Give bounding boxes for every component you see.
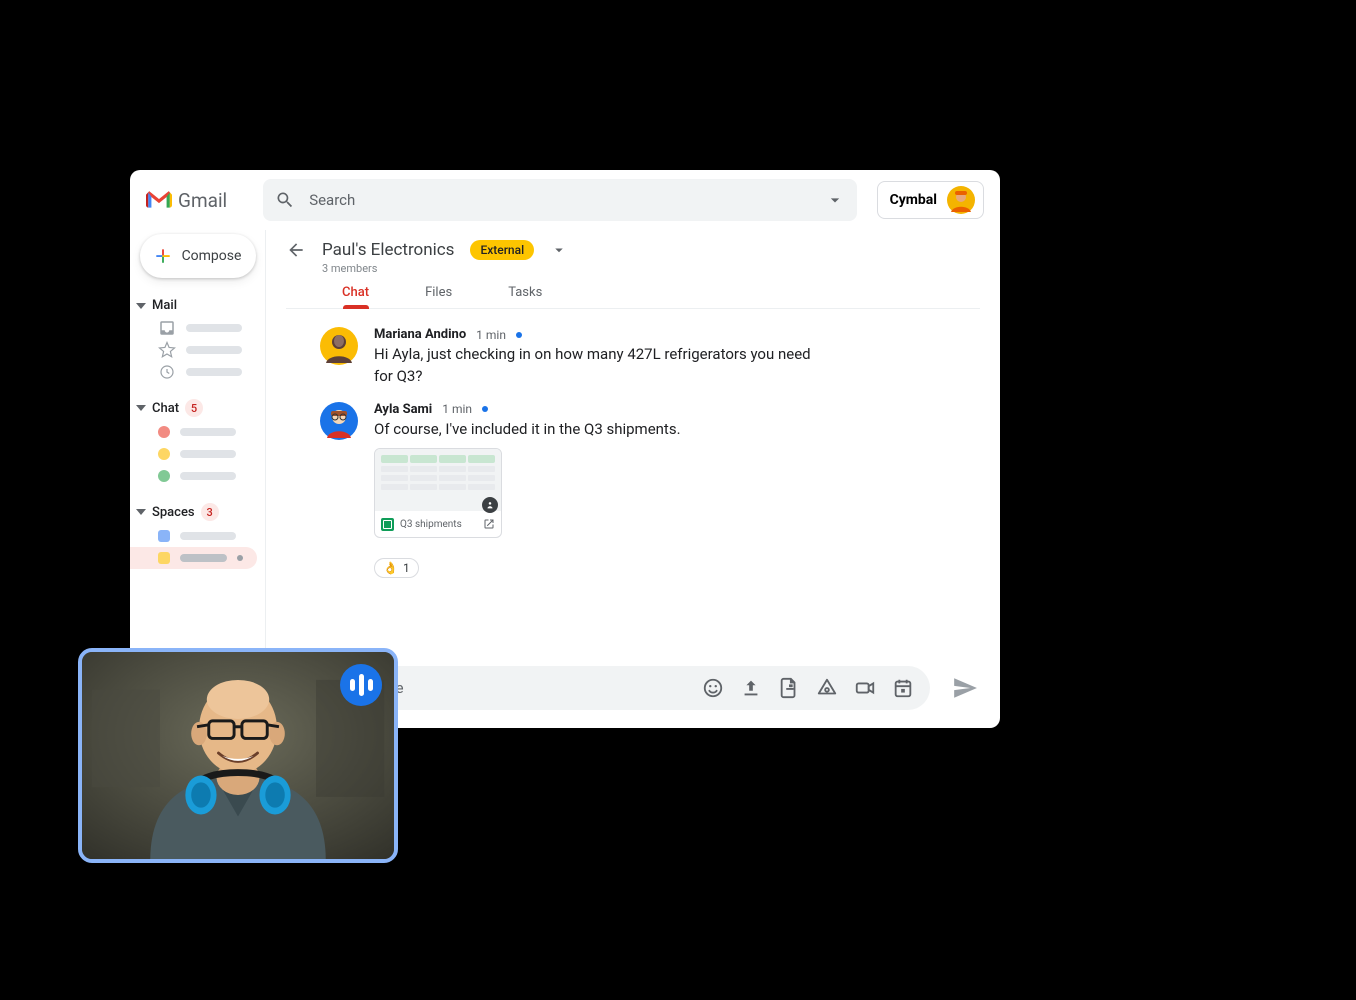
search-dropdown-icon[interactable]	[825, 190, 845, 210]
back-icon[interactable]	[286, 240, 306, 260]
conversation-header: Paul's Electronics External 3 members Ch…	[266, 230, 1000, 309]
status-dot-red	[158, 426, 170, 438]
brand-name: Gmail	[178, 189, 227, 212]
chevron-down-icon[interactable]	[550, 241, 568, 259]
sheets-icon	[381, 518, 394, 531]
sender-name: Mariana Andino	[374, 327, 466, 342]
status-dot-yellow	[158, 448, 170, 460]
space-item-selected[interactable]	[130, 547, 257, 569]
tab-chat[interactable]: Chat	[342, 285, 369, 308]
chat-badge: 5	[185, 399, 203, 417]
avatar[interactable]	[947, 186, 975, 214]
tab-tasks[interactable]: Tasks	[508, 285, 542, 308]
timestamp: 1 min	[476, 328, 506, 342]
mail-item-inbox[interactable]	[130, 317, 265, 339]
sidebar-section-mail: Mail	[130, 288, 265, 389]
sidebar-section-chat: Chat 5	[130, 389, 265, 493]
search-bar[interactable]: Search	[263, 179, 856, 221]
reaction-pill[interactable]: 👌 1	[374, 558, 419, 578]
avatar-ayla[interactable]	[320, 402, 358, 440]
video-call-thumbnail[interactable]	[78, 648, 398, 863]
inbox-icon	[158, 319, 176, 337]
open-external-icon[interactable]	[483, 518, 495, 530]
mail-label: Mail	[152, 298, 177, 313]
audio-active-icon	[340, 664, 382, 706]
attachment-card[interactable]: Q3 shipments	[374, 448, 502, 538]
send-icon[interactable]	[952, 675, 978, 701]
tab-files[interactable]: Files	[425, 285, 452, 308]
sidebar-head-spaces[interactable]: Spaces 3	[130, 499, 265, 525]
message-item: Ayla Sami 1 min Of course, I've included…	[320, 402, 974, 539]
compose-label: Compose	[182, 248, 242, 264]
drive-icon[interactable]	[816, 677, 838, 699]
unread-dot	[237, 555, 243, 561]
emoji-icon[interactable]	[702, 677, 724, 699]
message-item: Mariana Andino 1 min Hi Ayla, just check…	[320, 327, 974, 388]
external-badge: External	[470, 240, 534, 260]
sender-name: Ayla Sami	[374, 402, 432, 417]
sidebar-head-mail[interactable]: Mail	[130, 294, 265, 317]
clock-icon	[158, 363, 176, 381]
avatar-mariana[interactable]	[320, 327, 358, 365]
mail-item-snoozed[interactable]	[130, 361, 265, 383]
message-list: Mariana Andino 1 min Hi Ayla, just check…	[266, 309, 1000, 656]
message-text: Hi Ayla, just checking in on how many 42…	[374, 344, 814, 388]
caret-icon	[136, 509, 146, 515]
unread-indicator	[516, 332, 522, 338]
members-count[interactable]: 3 members	[286, 262, 980, 275]
compose-button[interactable]: Compose	[140, 234, 256, 278]
search-placeholder: Search	[309, 191, 810, 209]
topbar: Gmail Search Cymbal	[130, 170, 1000, 230]
docs-icon[interactable]	[778, 677, 800, 699]
chat-label: Chat	[152, 401, 179, 416]
chat-item-3[interactable]	[130, 465, 265, 487]
org-name: Cymbal	[890, 192, 937, 208]
star-icon	[158, 341, 176, 359]
space-item-1[interactable]	[130, 525, 265, 547]
space-icon-blue	[158, 530, 170, 542]
calendar-icon[interactable]	[892, 677, 914, 699]
spaces-badge: 3	[201, 503, 219, 521]
status-dot-green	[158, 470, 170, 482]
timestamp: 1 min	[442, 402, 472, 416]
unread-indicator	[482, 406, 488, 412]
caret-icon	[136, 405, 146, 411]
message-text: Of course, I've included it in the Q3 sh…	[374, 419, 814, 441]
space-icon-yellow	[158, 552, 170, 564]
search-icon	[275, 190, 295, 210]
plus-icon	[154, 247, 172, 265]
spaces-label: Spaces	[152, 505, 195, 520]
gmail-icon	[146, 190, 172, 210]
org-switcher[interactable]: Cymbal	[877, 181, 984, 219]
attachment-name: Q3 shipments	[400, 519, 462, 530]
space-title: Paul's Electronics	[322, 240, 454, 260]
logo[interactable]: Gmail	[146, 189, 227, 212]
gmail-window: Gmail Search Cymbal	[130, 170, 1000, 728]
upload-icon[interactable]	[740, 677, 762, 699]
chat-item-2[interactable]	[130, 443, 265, 465]
caret-icon	[136, 303, 146, 309]
mail-item-starred[interactable]	[130, 339, 265, 361]
chat-item-1[interactable]	[130, 421, 265, 443]
reaction-emoji: 👌	[383, 561, 398, 575]
tabs: Chat Files Tasks	[286, 275, 980, 309]
sidebar-section-spaces: Spaces 3	[130, 493, 265, 575]
reaction-count: 1	[403, 561, 410, 575]
sidebar-head-chat[interactable]: Chat 5	[130, 395, 265, 421]
video-icon[interactable]	[854, 677, 876, 699]
message-input[interactable]: New store	[320, 666, 930, 710]
